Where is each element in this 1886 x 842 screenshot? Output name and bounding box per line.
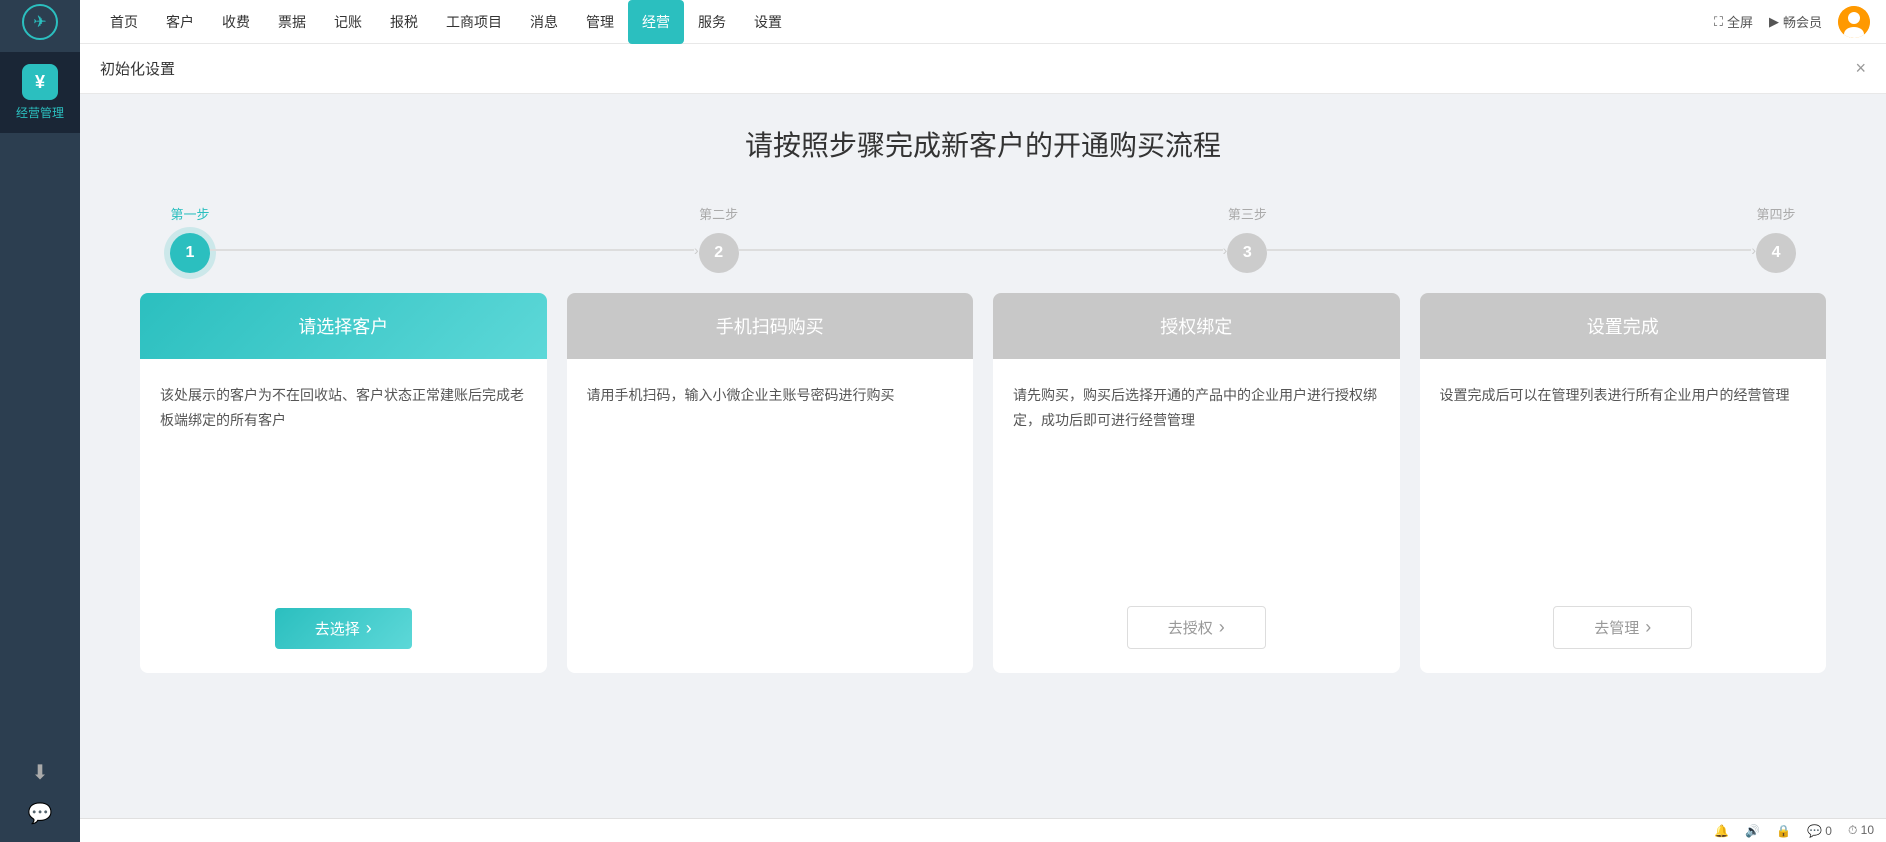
sidebar-item-jingying-label: 经营管理 — [16, 104, 64, 121]
lock-icon: 🔒 — [1776, 824, 1791, 838]
step3-label: 第三步 — [1228, 204, 1267, 223]
step-card-3: 授权绑定 请先购买，购买后选择开通的产品中的企业用户进行授权绑定，成功后即可进行… — [993, 293, 1400, 673]
step-card-1: 请选择客户 该处展示的客户为不在回收站、客户状态正常建账后完成老板端绑定的所有客… — [140, 293, 547, 673]
wizard-container: 请按照步骤完成新客户的开通购买流程 第一步 1 › 第二步 2 — [80, 94, 1886, 713]
page-title: 初始化设置 — [100, 58, 175, 79]
card3-body: 请先购买，购买后选择开通的产品中的企业用户进行授权绑定，成功后即可进行经营管理 — [993, 359, 1400, 590]
app-logo-icon: ✈ — [22, 4, 58, 40]
statusbar-right: 🔔 🔊 🔒 💬 0 ⏱ 10 — [1714, 823, 1874, 838]
vip-button[interactable]: ▶ 畅会员 — [1769, 12, 1822, 31]
card1-action-button[interactable]: 去选择 › — [275, 608, 412, 649]
card1-footer: 去选择 › — [140, 592, 547, 673]
card3-action-button[interactable]: 去授权 › — [1127, 606, 1266, 649]
user-avatar[interactable] — [1838, 6, 1870, 38]
card1-header: 请选择客户 — [140, 293, 547, 359]
nav-item-bill[interactable]: 票据 — [264, 0, 320, 44]
jingying-icon: ¥ — [22, 64, 58, 100]
fullscreen-icon: ⛶ — [1714, 14, 1723, 30]
step-card-2: 手机扫码购买 请用手机扫码，输入小微企业主账号密码进行购买 — [567, 293, 974, 673]
card4-body-text: 设置完成后可以在管理列表进行所有企业用户的经营管理 — [1440, 387, 1790, 403]
nav-item-jingying[interactable]: 经营 — [628, 0, 684, 44]
vip-label: 畅会员 — [1783, 12, 1822, 31]
card2-title: 手机扫码购买 — [716, 317, 824, 337]
card1-body: 该处展示的客户为不在回收站、客户状态正常建账后完成老板端绑定的所有客户 — [140, 359, 547, 592]
card2-footer — [567, 633, 974, 673]
message-count: 💬 0 — [1807, 824, 1832, 838]
svg-text:✈: ✈ — [33, 14, 46, 31]
nav-item-fee[interactable]: 收费 — [208, 0, 264, 44]
vip-icon: ▶ — [1769, 14, 1779, 30]
step2-circle: 2 — [699, 233, 739, 273]
card3-btn-label: 去授权 — [1168, 617, 1213, 638]
main-content: 初始化设置 × 请按照步骤完成新客户的开通购买流程 第一步 1 › 第二步 — [80, 44, 1886, 818]
nav-item-home[interactable]: 首页 — [96, 0, 152, 44]
card1-title: 请选择客户 — [298, 317, 388, 337]
volume-icon: 🔊 — [1745, 824, 1760, 838]
download-icon[interactable]: ⬇ — [32, 760, 49, 785]
sidebar: ✈ ¥ 经营管理 ⬇ 💬 — [0, 0, 80, 842]
wizard-heading: 请按照步骤完成新客户的开通购买流程 — [140, 124, 1826, 164]
top-navigation: 首页 客户 收费 票据 记账 报税 工商项目 消息 管理 经营 服务 设置 ⛶ … — [80, 0, 1886, 44]
nav-item-manage[interactable]: 管理 — [572, 0, 628, 44]
sidebar-bottom: ⬇ 💬 — [28, 760, 53, 826]
card4-footer: 去管理 › — [1420, 590, 1827, 673]
time-display: ⏱ 10 — [1848, 823, 1874, 838]
statusbar: ▶ 完成 🔔 🔊 🔒 💬 0 ⏱ 10 — [0, 818, 1886, 842]
step4-circle: 4 — [1756, 233, 1796, 273]
fullscreen-label: 全屏 — [1727, 12, 1753, 31]
page-header: 初始化设置 × — [80, 44, 1886, 94]
card4-body: 设置完成后可以在管理列表进行所有企业用户的经营管理 — [1420, 359, 1827, 590]
close-button[interactable]: × — [1855, 58, 1866, 79]
card1-body-text: 该处展示的客户为不在回收站、客户状态正常建账后完成老板端绑定的所有客户 — [160, 387, 524, 428]
step4-label: 第四步 — [1757, 204, 1796, 223]
step1-circle: 1 — [170, 233, 210, 273]
card4-action-button[interactable]: 去管理 › — [1553, 606, 1692, 649]
nav-item-tax[interactable]: 报税 — [376, 0, 432, 44]
step1-label: 第一步 — [170, 204, 209, 223]
nav-item-gongshang[interactable]: 工商项目 — [432, 0, 516, 44]
card1-btn-icon: › — [366, 618, 372, 639]
nav-item-settings[interactable]: 设置 — [740, 0, 796, 44]
card2-header: 手机扫码购买 — [567, 293, 974, 359]
card3-title: 授权绑定 — [1160, 317, 1232, 337]
card3-header: 授权绑定 — [993, 293, 1400, 359]
nav-item-customer[interactable]: 客户 — [152, 0, 208, 44]
fullscreen-button[interactable]: ⛶ 全屏 — [1714, 12, 1753, 31]
card3-footer: 去授权 › — [993, 590, 1400, 673]
cards-row: 请选择客户 该处展示的客户为不在回收站、客户状态正常建账后完成老板端绑定的所有客… — [140, 293, 1826, 673]
card3-body-text: 请先购买，购买后选择开通的产品中的企业用户进行授权绑定，成功后即可进行经营管理 — [1013, 387, 1377, 428]
sidebar-item-jingying[interactable]: ¥ 经营管理 — [0, 52, 80, 133]
card1-btn-label: 去选择 — [315, 618, 360, 639]
card4-btn-label: 去管理 — [1594, 617, 1639, 638]
card4-btn-icon: › — [1645, 617, 1651, 638]
card4-title: 设置完成 — [1587, 317, 1659, 337]
card3-btn-icon: › — [1219, 617, 1225, 638]
card2-body-text: 请用手机扫码，输入小微企业主账号密码进行购买 — [587, 387, 895, 403]
step3-circle: 3 — [1227, 233, 1267, 273]
card4-header: 设置完成 — [1420, 293, 1827, 359]
nav-right-area: ⛶ 全屏 ▶ 畅会员 — [1714, 6, 1870, 38]
step-card-4: 设置完成 设置完成后可以在管理列表进行所有企业用户的经营管理 去管理 › — [1420, 293, 1827, 673]
card2-body: 请用手机扫码，输入小微企业主账号密码进行购买 — [567, 359, 974, 633]
nav-item-account[interactable]: 记账 — [320, 0, 376, 44]
bell-icon: 🔔 — [1714, 824, 1729, 838]
nav-item-service[interactable]: 服务 — [684, 0, 740, 44]
step2-label: 第二步 — [699, 204, 738, 223]
nav-item-message[interactable]: 消息 — [516, 0, 572, 44]
chat-icon[interactable]: 💬 — [28, 801, 53, 826]
sidebar-logo: ✈ — [0, 0, 80, 44]
